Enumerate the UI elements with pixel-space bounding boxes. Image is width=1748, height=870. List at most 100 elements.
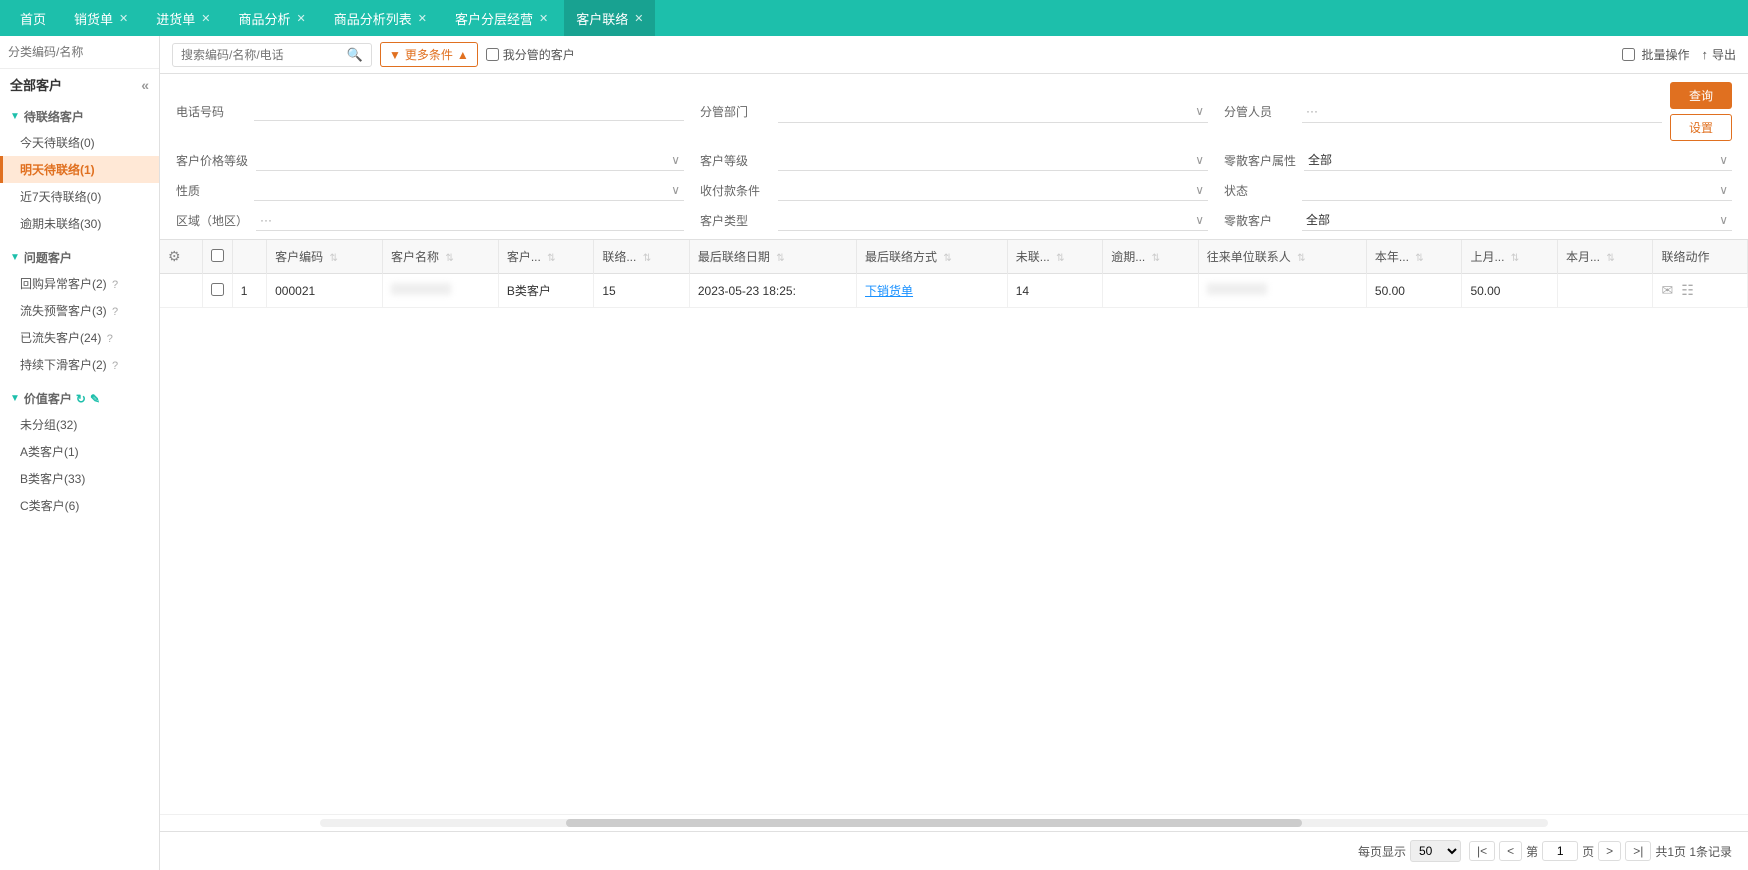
td-contact: 15 xyxy=(594,274,690,308)
sort-icon[interactable]: ⇅ xyxy=(1297,253,1305,264)
filter-retail-attr-select[interactable]: 全部 ∨ xyxy=(1304,149,1732,171)
close-icon[interactable]: ✕ xyxy=(539,12,548,25)
filter-dept-select[interactable]: ∨ xyxy=(778,101,1208,123)
td-action: ✉ ☷ xyxy=(1653,274,1748,308)
filter-panel: 电话号码 分管部门 ∨ 分管人员 ··· 查询 设置 xyxy=(160,74,1748,240)
sidebar-value-section: ▼ 价值客户 ↻ ✎ 未分组(32) A类客户(1) B类客户(33) C类客户… xyxy=(0,382,159,523)
td-last-contact-method[interactable]: 下销货单 xyxy=(857,274,1008,308)
contact-method-link[interactable]: 下销货单 xyxy=(865,284,913,298)
per-page-select[interactable]: 10 20 50 100 xyxy=(1410,840,1461,862)
filter-person-dots[interactable]: ··· xyxy=(1306,104,1318,118)
scrollbar-track[interactable] xyxy=(320,819,1548,827)
close-icon[interactable]: ✕ xyxy=(634,12,643,25)
nav-product-analysis-list[interactable]: 商品分析列表 ✕ xyxy=(322,0,439,36)
sort-icon[interactable]: ⇅ xyxy=(1056,253,1064,264)
table-row: 1 000021 B类客户 15 2023-05-23 18:25: 下销货单 … xyxy=(160,274,1748,308)
sort-icon[interactable]: ⇅ xyxy=(643,253,651,264)
sidebar-item-declining[interactable]: 持续下滑客户(2) ? xyxy=(0,351,159,378)
nav-customer-segmentation[interactable]: 客户分层经营 ✕ xyxy=(443,0,560,36)
row-checkbox[interactable] xyxy=(211,283,224,296)
sort-icon[interactable]: ⇅ xyxy=(1152,253,1160,264)
my-customers-input[interactable] xyxy=(486,48,499,61)
more-filter-button[interactable]: ▼ 更多条件 ▲ xyxy=(380,42,478,67)
td-checkbox xyxy=(202,274,232,308)
filter-nature-select[interactable]: ∨ xyxy=(254,179,684,201)
export-button[interactable]: ↑ 导出 xyxy=(1701,46,1736,63)
sidebar-item-class-c[interactable]: C类客户(6) xyxy=(0,492,159,519)
select-all-checkbox[interactable] xyxy=(211,249,224,262)
filter-cust-price-label: 客户价格等级 xyxy=(176,152,248,169)
refresh-icon[interactable]: ↻ xyxy=(76,392,86,406)
close-icon[interactable]: ✕ xyxy=(297,12,306,25)
filter-cust-price-select[interactable]: ∨ xyxy=(256,149,684,171)
nav-customer-contacts[interactable]: 客户联络 ✕ xyxy=(564,0,655,36)
total-records-label: 共1页 1条记录 xyxy=(1655,843,1732,860)
sidebar-item-overdue-pending[interactable]: 逾期未联络(30) xyxy=(0,210,159,237)
grid-icon[interactable]: ☷ xyxy=(1681,282,1694,299)
sort-icon[interactable]: ⇅ xyxy=(776,253,784,264)
set-button[interactable]: 设置 xyxy=(1670,114,1732,141)
th-code: 客户编码 ⇅ xyxy=(267,240,383,274)
nav-purchase[interactable]: 进货单 ✕ xyxy=(144,0,222,36)
sort-icon[interactable]: ⇅ xyxy=(329,253,337,264)
close-icon[interactable]: ✕ xyxy=(418,12,427,25)
filter-status-select[interactable]: ∨ xyxy=(1302,179,1732,201)
filter-status-row: 状态 ∨ xyxy=(1224,179,1732,201)
sidebar-item-today-pending[interactable]: 今天待联络(0) xyxy=(0,129,159,156)
filter-retail-cust-row: 零散客户 全部 ∨ xyxy=(1224,209,1732,231)
sidebar-item-7days-pending[interactable]: 近7天待联络(0) xyxy=(0,183,159,210)
sidebar-item-tomorrow-pending[interactable]: 明天待联络(1) xyxy=(0,156,159,183)
sort-icon[interactable]: ⇅ xyxy=(943,253,951,264)
collapse-icon: « xyxy=(141,77,149,93)
page-end-label: 页 xyxy=(1582,843,1594,860)
sort-icon[interactable]: ⇅ xyxy=(547,253,555,264)
th-overdue: 逾期... ⇅ xyxy=(1103,240,1199,274)
close-icon[interactable]: ✕ xyxy=(119,12,128,25)
next-page-button[interactable]: > xyxy=(1598,841,1621,861)
edit-icon[interactable]: ✎ xyxy=(90,392,100,406)
nav-product-analysis[interactable]: 商品分析 ✕ xyxy=(226,0,317,36)
phone-icon[interactable]: ✉ xyxy=(1661,282,1673,299)
sort-icon[interactable]: ⇅ xyxy=(1606,253,1614,264)
search-button[interactable]: 🔍 xyxy=(347,47,363,63)
filter-region-dots[interactable]: ··· xyxy=(260,213,272,227)
td-this-year: 50.00 xyxy=(1366,274,1462,308)
scrollbar-thumb[interactable] xyxy=(566,819,1303,827)
last-page-button[interactable]: >| xyxy=(1625,841,1651,861)
help-icon: ? xyxy=(112,306,118,318)
sort-icon[interactable]: ⇅ xyxy=(1511,253,1519,264)
settings-icon[interactable]: ⚙ xyxy=(168,248,181,264)
filter-cust-type-select[interactable]: ∨ xyxy=(778,209,1208,231)
sidebar-item-class-b[interactable]: B类客户(33) xyxy=(0,465,159,492)
th-name: 客户名称 ⇅ xyxy=(382,240,498,274)
per-page-selector: 每页显示 10 20 50 100 xyxy=(1358,840,1461,862)
sort-icon[interactable]: ⇅ xyxy=(1415,253,1423,264)
search-input[interactable] xyxy=(181,48,343,62)
help-icon: ? xyxy=(112,279,118,291)
nav-sales[interactable]: 销货单 ✕ xyxy=(62,0,140,36)
chevron-down-icon: ∨ xyxy=(1195,153,1204,167)
filter-retail-cust-select[interactable]: 全部 ∨ xyxy=(1302,209,1732,231)
prev-page-button[interactable]: < xyxy=(1499,841,1522,861)
nav-home[interactable]: 首页 xyxy=(8,0,58,36)
sidebar-item-repurchase-abnormal[interactable]: 回购异常客户(2) ? xyxy=(0,270,159,297)
sidebar-item-churned[interactable]: 已流失客户(24) ? xyxy=(0,324,159,351)
sidebar-all-customers[interactable]: 全部客户 « xyxy=(0,69,159,100)
filter-payment-select[interactable]: ∨ xyxy=(778,179,1208,201)
filter-cust-grade-select[interactable]: ∨ xyxy=(778,149,1208,171)
first-page-button[interactable]: |< xyxy=(1469,841,1495,861)
sidebar-search-input[interactable] xyxy=(8,45,160,59)
sidebar-item-ungrouped[interactable]: 未分组(32) xyxy=(0,411,159,438)
query-button[interactable]: 查询 xyxy=(1670,82,1732,109)
my-customers-checkbox[interactable]: 我分管的客户 xyxy=(486,46,575,63)
batch-operation-button[interactable]: 批量操作 xyxy=(1622,46,1689,63)
filter-phone-input[interactable] xyxy=(254,102,684,121)
sort-icon[interactable]: ⇅ xyxy=(445,253,453,264)
page-number-input[interactable] xyxy=(1542,841,1578,861)
sidebar-item-churn-warning[interactable]: 流失预警客户(3) ? xyxy=(0,297,159,324)
close-icon[interactable]: ✕ xyxy=(201,12,210,25)
help-icon: ? xyxy=(112,360,118,372)
batch-op-checkbox[interactable] xyxy=(1622,48,1635,61)
help-icon: ? xyxy=(107,333,113,345)
sidebar-item-class-a[interactable]: A类客户(1) xyxy=(0,438,159,465)
